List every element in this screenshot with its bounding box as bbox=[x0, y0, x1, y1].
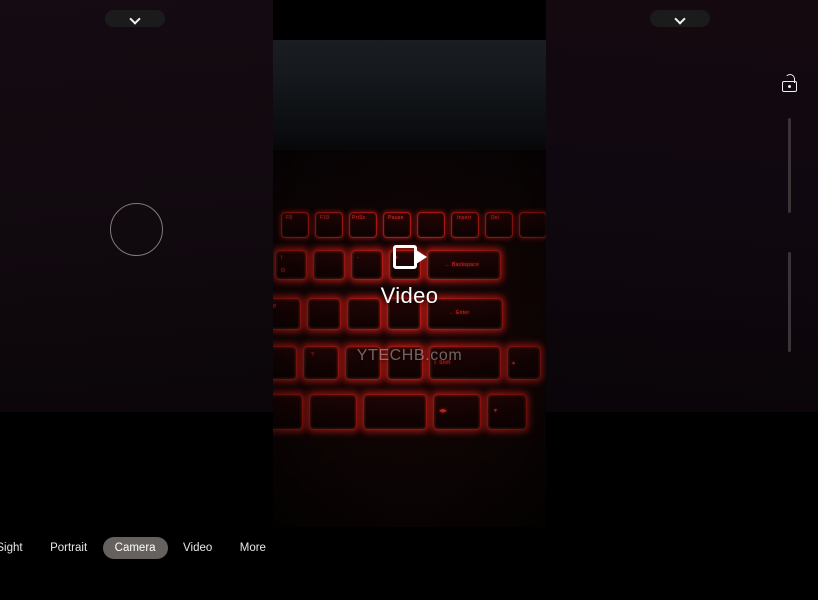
chevron-down-icon bbox=[676, 14, 685, 23]
focus-ring-indicator[interactable] bbox=[110, 203, 163, 256]
panel-video-mode: F9 F10 PrtSc Pause Insert Del I O - + ← … bbox=[273, 0, 546, 600]
top-settings-pill-left[interactable] bbox=[105, 10, 165, 27]
mode-strip-left: t Sight Portrait Camera Video More bbox=[0, 536, 273, 560]
mode-portrait-left[interactable]: Portrait bbox=[38, 537, 99, 559]
video-mode-label: Video bbox=[380, 283, 439, 308]
photo-background bbox=[273, 40, 546, 160]
photo-keyboard: F9 F10 PrtSc Pause Insert Del I O - + ← … bbox=[273, 150, 546, 527]
panel-portrait-mode: 1x 1.3x A Night Sight Portrait Camera Vi… bbox=[546, 0, 818, 600]
panel-camera-mode: 3.3x A t Sight Portrait Camera Vide bbox=[0, 0, 273, 600]
site-watermark: YTECHB.com bbox=[356, 347, 463, 364]
brightness-slider-track[interactable] bbox=[788, 118, 791, 213]
shadow-slider-track[interactable] bbox=[788, 252, 791, 352]
top-settings-pill-right[interactable] bbox=[650, 10, 710, 27]
mode-night-sight-center[interactable]: t Sight bbox=[539, 537, 546, 559]
bottom-control-bar-left: 3.3x A bbox=[0, 412, 273, 600]
mode-more-left[interactable]: More bbox=[228, 537, 273, 559]
mode-camera-left[interactable]: Camera bbox=[102, 537, 168, 559]
mode-strip-center: t Sight Camera Video More bbox=[539, 536, 546, 560]
bottom-control-bar-center bbox=[273, 527, 546, 600]
exposure-control-column bbox=[762, 0, 818, 412]
video-mode-overlay: Video bbox=[273, 245, 546, 309]
video-camera-icon bbox=[392, 245, 427, 269]
mode-night-sight-left[interactable]: t Sight bbox=[0, 537, 35, 559]
mode-video-left[interactable]: Video bbox=[171, 537, 224, 559]
unlock-icon[interactable] bbox=[782, 74, 798, 92]
camera-viewfinder-center[interactable]: F9 F10 PrtSc Pause Insert Del I O - + ← … bbox=[273, 40, 546, 527]
bottom-control-bar-right bbox=[546, 412, 818, 600]
chevron-down-icon bbox=[131, 14, 140, 23]
camera-app-screenshot: 3.3x A t Sight Portrait Camera Vide bbox=[0, 0, 818, 600]
